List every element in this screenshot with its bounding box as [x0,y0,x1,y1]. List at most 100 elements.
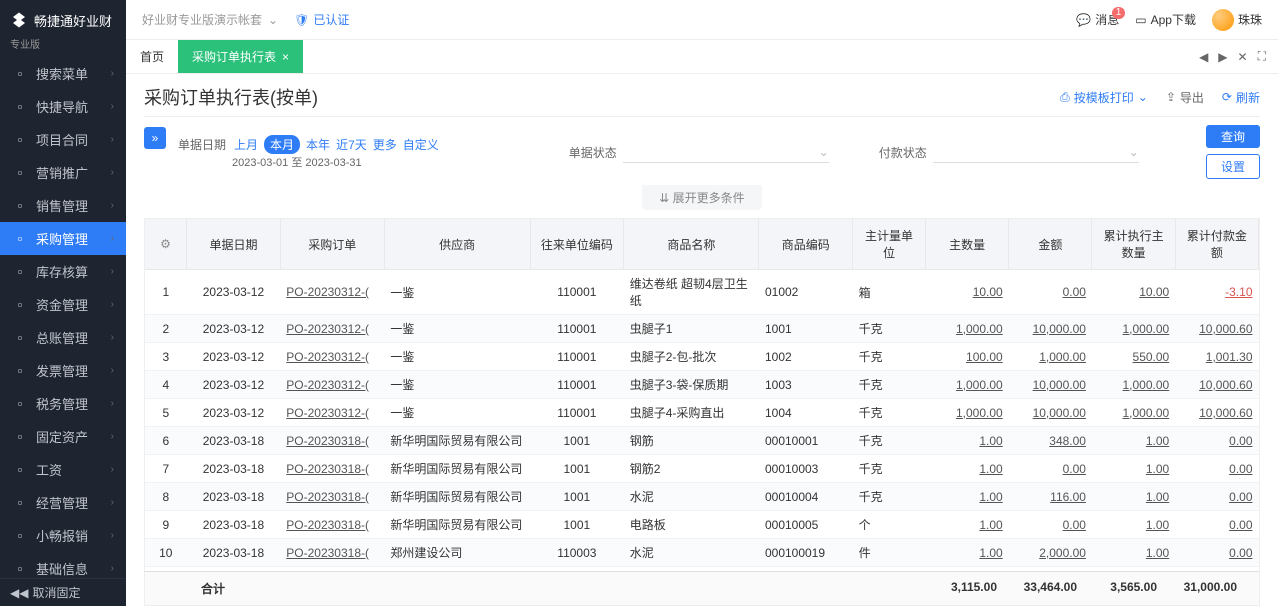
column-header[interactable]: 主数量 [925,219,1008,270]
date-preset[interactable]: 更多 [373,136,397,153]
sidebar-item-base[interactable]: ▫基础信息› [0,552,126,578]
date-preset[interactable]: 上月 [234,136,258,153]
table-row[interactable]: 8 2023-03-18 PO-20230318-( 新华明国际贸易有限公司 1… [145,483,1259,511]
column-header[interactable]: 供应商 [384,219,530,270]
qty-link[interactable]: 1,000.00 [956,322,1003,336]
sidebar-item-doc[interactable]: ▫项目合同› [0,123,126,156]
sidebar-item-sell[interactable]: ▫销售管理› [0,189,126,222]
order-link[interactable]: PO-20230318-( [286,462,369,476]
collapse-filter-button[interactable]: » [144,127,166,149]
order-link[interactable]: PO-20230318-( [286,546,369,560]
sidebar-item-cart[interactable]: ▫采购管理› [0,222,126,255]
exec-link[interactable]: 1.00 [1146,434,1169,448]
column-header[interactable]: 累计付款金额 [1175,219,1258,270]
paid-link[interactable]: 10,000.60 [1199,378,1252,392]
exec-link[interactable]: 550.00 [1133,350,1170,364]
date-preset[interactable]: 本年 [306,136,330,153]
unpin-button[interactable]: ◀◀ 取消固定 [0,578,126,606]
sidebar-item-stock[interactable]: ▫库存核算› [0,255,126,288]
tab-current[interactable]: 采购订单执行表 × [178,40,303,73]
export-button[interactable]: ⇪ 导出 [1166,89,1204,106]
qty-link[interactable]: 1.00 [979,518,1002,532]
exec-link[interactable]: 1.00 [1146,518,1169,532]
table-row[interactable]: 9 2023-03-18 PO-20230318-( 新华明国际贸易有限公司 1… [145,511,1259,539]
pay-select[interactable]: ⌄ [933,141,1139,163]
qty-link[interactable]: 1,000.00 [956,378,1003,392]
paid-link[interactable]: 10,000.60 [1199,406,1252,420]
sidebar-item-report[interactable]: ▫小畅报销› [0,519,126,552]
amt-link[interactable]: 10,000.00 [1033,322,1086,336]
qty-link[interactable]: 1.00 [979,490,1002,504]
order-link[interactable]: PO-20230312-( [286,406,369,420]
sidebar-item-ledger[interactable]: ▫总账管理› [0,321,126,354]
sidebar-item-salary[interactable]: ▫工资› [0,453,126,486]
sidebar-item-home[interactable]: ▫快捷导航› [0,90,126,123]
order-link[interactable]: PO-20230312-( [286,322,369,336]
sidebar-item-invoice[interactable]: ▫发票管理› [0,354,126,387]
column-header[interactable]: 金额 [1009,219,1092,270]
order-link[interactable]: PO-20230318-( [286,434,369,448]
print-button[interactable]: ⎙ 按模板打印 ⌄ [1060,89,1148,106]
query-button[interactable]: 查询 [1206,125,1260,148]
account-selector[interactable]: 好业财专业版演示帐套 ⌄ [142,11,278,28]
qty-link[interactable]: 1.00 [979,434,1002,448]
qty-link[interactable]: 1,000.00 [956,406,1003,420]
sidebar-item-tax[interactable]: ▫税务管理› [0,387,126,420]
amt-link[interactable]: 0.00 [1063,518,1086,532]
paid-link[interactable]: 0.00 [1229,434,1252,448]
exec-link[interactable]: 1,000.00 [1123,322,1170,336]
order-link[interactable]: PO-20230312-( [286,378,369,392]
sidebar-item-asset[interactable]: ▫固定资产› [0,420,126,453]
amt-link[interactable]: 1,000.00 [1039,350,1086,364]
settings-button[interactable]: 设置 [1206,154,1260,179]
close-icon[interactable]: × [282,50,289,64]
table-row[interactable]: 4 2023-03-12 PO-20230312-( 一鉴 110001 虫腿子… [145,371,1259,399]
order-link[interactable]: PO-20230318-( [286,518,369,532]
table-row[interactable]: 5 2023-03-12 PO-20230312-( 一鉴 110001 虫腿子… [145,399,1259,427]
amt-link[interactable]: 2,000.00 [1039,546,1086,560]
table-row[interactable]: 6 2023-03-18 PO-20230318-( 新华明国际贸易有限公司 1… [145,427,1259,455]
tab-next-button[interactable]: ▶ [1218,50,1227,64]
qty-link[interactable]: 100.00 [966,350,1003,364]
paid-link[interactable]: 0.00 [1229,462,1252,476]
fullscreen-button[interactable]: ⛶ [1258,49,1266,64]
tab-close-all-button[interactable]: ✕ [1238,50,1248,64]
column-header[interactable]: 商品编码 [759,219,853,270]
table-row[interactable]: 10 2023-03-18 PO-20230318-( 郑州建设公司 11000… [145,539,1259,567]
exec-link[interactable]: 1.00 [1146,546,1169,560]
exec-link[interactable]: 1,000.00 [1123,378,1170,392]
paid-link[interactable]: 1,001.30 [1206,350,1253,364]
date-preset[interactable]: 本月 [264,135,300,154]
user-menu[interactable]: 珠珠 [1212,9,1262,31]
order-link[interactable]: PO-20230312-( [286,285,369,299]
paid-link[interactable]: 10,000.60 [1199,322,1252,336]
sidebar-item-money[interactable]: ▫资金管理› [0,288,126,321]
amt-link[interactable]: 116.00 [1050,490,1086,504]
exec-link[interactable]: 1,000.00 [1123,406,1170,420]
amt-link[interactable]: 10,000.00 [1033,378,1086,392]
exec-link[interactable]: 1.00 [1146,462,1169,476]
date-preset[interactable]: 自定义 [403,136,439,153]
tab-prev-button[interactable]: ◀ [1199,50,1208,64]
messages-button[interactable]: 💬 消息 1 [1076,11,1119,28]
paid-link[interactable]: 0.00 [1229,490,1252,504]
column-header[interactable]: 主计量单位 [853,219,926,270]
amt-link[interactable]: 0.00 [1063,462,1086,476]
column-header[interactable]: 累计执行主数量 [1092,219,1175,270]
table-row[interactable]: 7 2023-03-18 PO-20230318-( 新华明国际贸易有限公司 1… [145,455,1259,483]
app-download-button[interactable]: ▭ App下载 [1135,11,1196,28]
qty-link[interactable]: 10.00 [973,285,1003,299]
exec-link[interactable]: 1.00 [1146,490,1169,504]
column-header[interactable]: ⚙ [145,219,187,270]
date-preset[interactable]: 近7天 [336,136,367,153]
table-row[interactable]: 1 2023-03-12 PO-20230312-( 一鉴 110001 维达卷… [145,270,1259,315]
gear-icon[interactable]: ⚙ [160,237,171,251]
expand-filters-button[interactable]: ⇊ 展开更多条件 [642,185,762,210]
paid-link[interactable]: 0.00 [1229,546,1252,560]
sidebar-item-biz[interactable]: ▫经营管理› [0,486,126,519]
refresh-button[interactable]: ⟳ 刷新 [1222,89,1260,106]
table-row[interactable]: 3 2023-03-12 PO-20230312-( 一鉴 110001 虫腿子… [145,343,1259,371]
qty-link[interactable]: 1.00 [979,546,1002,560]
column-header[interactable]: 单据日期 [187,219,281,270]
column-header[interactable]: 采购订单 [280,219,384,270]
